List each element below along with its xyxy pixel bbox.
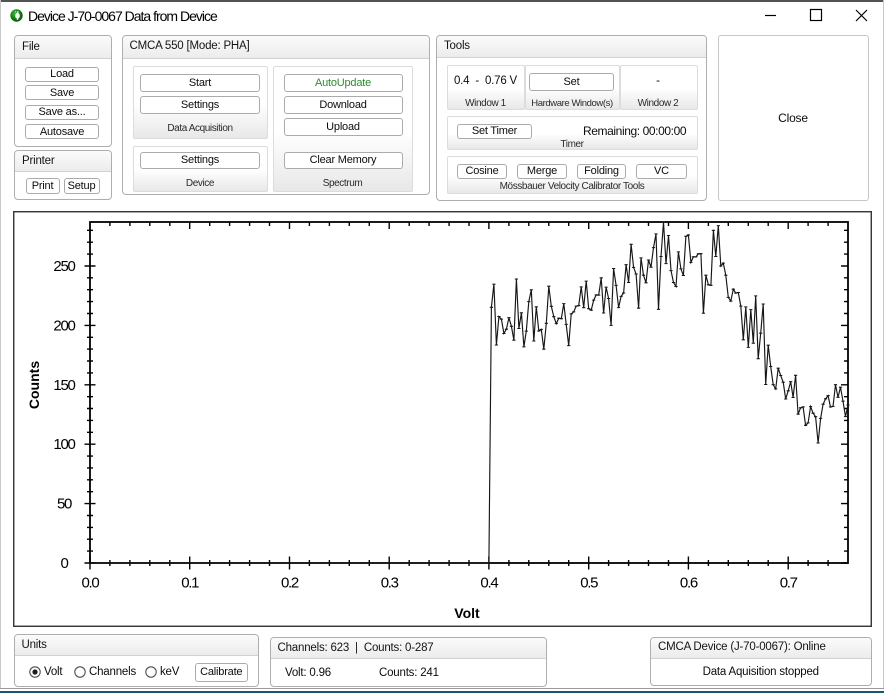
svg-text:50: 50 <box>57 496 72 513</box>
svg-text:0.3: 0.3 <box>381 575 399 592</box>
svg-text:0.7: 0.7 <box>780 575 798 592</box>
svg-text:0: 0 <box>60 555 68 572</box>
svg-text:0.5: 0.5 <box>580 575 598 592</box>
svg-text:0.2: 0.2 <box>281 575 299 592</box>
svg-text:0.4: 0.4 <box>480 575 498 592</box>
svg-text:150: 150 <box>53 377 75 394</box>
svg-text:Counts: Counts <box>26 361 42 409</box>
svg-text:200: 200 <box>53 317 75 334</box>
svg-text:Volt: Volt <box>454 605 480 621</box>
svg-text:0.1: 0.1 <box>181 575 199 592</box>
svg-text:100: 100 <box>53 436 75 453</box>
svg-text:250: 250 <box>53 258 75 275</box>
svg-text:0.6: 0.6 <box>680 575 698 592</box>
svg-text:0.0: 0.0 <box>82 575 100 592</box>
